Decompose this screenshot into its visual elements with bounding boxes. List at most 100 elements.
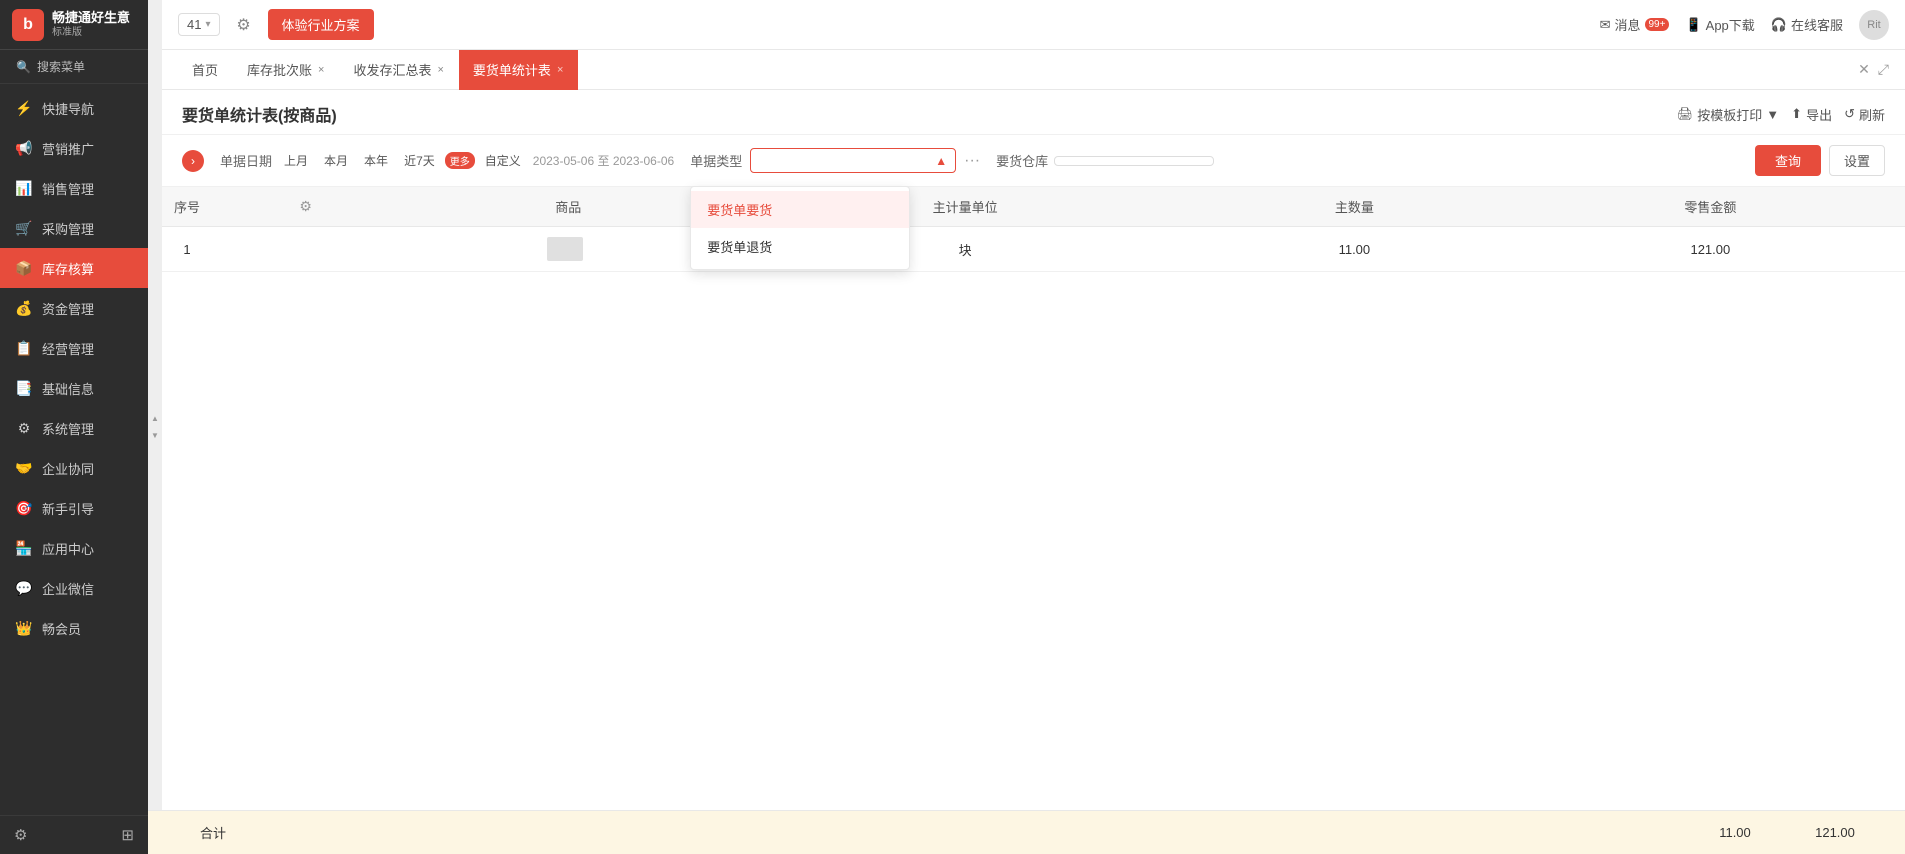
date-this-year-btn[interactable]: 本年 (358, 150, 394, 171)
date-prev-month-btn[interactable]: 上月 (278, 150, 314, 171)
sidebar-item-label: 库存核算 (42, 259, 94, 278)
table-settings-icon[interactable]: ⚙ (299, 198, 312, 214)
messages-button[interactable]: ✉ 消息 99+ (1600, 15, 1670, 34)
sidebar-item-quick-nav[interactable]: ⚡ 快捷导航 (0, 88, 148, 128)
cell-amount: 121.00 (1516, 227, 1905, 272)
sales-icon: 📊 (14, 178, 34, 198)
refresh-icon: ↺ (1844, 106, 1855, 122)
printer-icon: 🖨 (1677, 106, 1694, 122)
sidebar-item-finance[interactable]: 💰 资金管理 (0, 288, 148, 328)
filter-expand-button[interactable]: › (182, 150, 204, 172)
purchase-icon: 🛒 (14, 218, 34, 238)
type-more-button[interactable]: ··· (964, 152, 980, 170)
sidebar-item-label: 企业协同 (42, 459, 94, 478)
footer-label: 合计 (168, 823, 226, 842)
type-select-box[interactable]: ▲ (750, 148, 956, 173)
date-more-badge[interactable]: 更多 (445, 152, 475, 169)
refresh-label: 刷新 (1859, 105, 1885, 124)
trial-button[interactable]: 体验行业方案 (268, 9, 374, 40)
sidebar-item-marketing[interactable]: 📢 营销推广 (0, 128, 148, 168)
export-label: 导出 (1806, 105, 1832, 124)
type-select-chevron-icon[interactable]: ▲ (935, 154, 947, 168)
tab-sales-summary[interactable]: 收发存汇总表 × (339, 50, 458, 90)
sidebar-search[interactable]: 🔍 搜索菜单 (0, 50, 148, 84)
filter-action-btns: 查询 设置 (1755, 145, 1885, 176)
sidebar-item-sales[interactable]: 📊 销售管理 (0, 168, 148, 208)
sidebar-item-inventory[interactable]: 📦 库存核算 (0, 248, 148, 288)
date-this-month-btn[interactable]: 本月 (318, 150, 354, 171)
print-button[interactable]: 🖨 按模板打印 ▼ (1677, 105, 1779, 124)
tab-close-all-button[interactable]: ✕ (1858, 61, 1870, 78)
tab-sales-summary-label: 收发存汇总表 (353, 60, 431, 79)
download-icon: 📱 (1685, 17, 1701, 33)
topbar: 41 ▾ ⚙ 体验行业方案 ✉ 消息 99+ 📱 App下载 🎧 在线客服 Ri… (162, 0, 1905, 50)
sidebar-item-guide[interactable]: 🎯 新手引导 (0, 488, 148, 528)
inventory-icon: 📦 (14, 258, 34, 278)
tab-inventory-batch-label: 库存批次账 (247, 60, 312, 79)
sidebar-item-purchase[interactable]: 🛒 采购管理 (0, 208, 148, 248)
date-last-7-btn[interactable]: 近7天 (398, 150, 441, 171)
page-title: 要货单统计表(按商品) (182, 102, 337, 126)
collapse-icon[interactable]: ⊞ (121, 826, 134, 844)
settings-footer-icon[interactable]: ⚙ (14, 826, 27, 844)
system-icon: ⚙ (14, 418, 34, 438)
sidebar-item-label: 企业微信 (42, 579, 94, 598)
warehouse-filter-group: 要货仓库 (996, 151, 1214, 170)
tab-order-stats-close[interactable]: × (557, 64, 563, 76)
tab-home-label: 首页 (192, 60, 218, 79)
guide-icon: 🎯 (14, 498, 34, 518)
sidebar-item-enterprise[interactable]: 🤝 企业协同 (0, 448, 148, 488)
sidebar-item-label: 采购管理 (42, 219, 94, 238)
cell-seq: 1 (162, 227, 212, 272)
marketing-icon: 📢 (14, 138, 34, 158)
date-custom-btn[interactable]: 自定义 (479, 150, 527, 171)
warehouse-select-box[interactable] (1054, 156, 1214, 166)
table-header: 序号 ⚙ 商品 主计量单位 主数量 零售金额 (162, 187, 1905, 227)
dropdown-item-order[interactable]: 要货单要货 (691, 191, 909, 228)
sidebar-footer: ⚙ ⊞ (0, 815, 148, 854)
table-footer: 合计 11.00 121.00 (162, 810, 1905, 854)
finance-icon: 💰 (14, 298, 34, 318)
tab-inventory-batch[interactable]: 库存批次账 × (233, 50, 339, 90)
product-image (547, 237, 583, 261)
sidebar-scroll-handle[interactable]: ▲ ▼ (148, 0, 162, 854)
export-icon: ⬆ (1791, 106, 1802, 122)
sidebar-item-member[interactable]: 👑 畅会员 (0, 608, 148, 648)
sidebar-item-wechat[interactable]: 💬 企业微信 (0, 568, 148, 608)
app-download-button[interactable]: 📱 App下载 (1685, 15, 1754, 34)
tab-expand-button[interactable]: ⤢ (1878, 61, 1889, 78)
sidebar-item-basic[interactable]: 📑 基础信息 (0, 368, 148, 408)
sidebar-item-label: 系统管理 (42, 419, 94, 438)
sidebar-item-system[interactable]: ⚙ 系统管理 (0, 408, 148, 448)
tab-inventory-batch-close[interactable]: × (318, 64, 324, 76)
query-button[interactable]: 查询 (1755, 145, 1821, 176)
service-icon: 🎧 (1771, 17, 1787, 33)
sidebar-item-label: 营销推广 (42, 139, 94, 158)
type-select-input[interactable] (759, 153, 935, 168)
sidebar-item-label: 畅会员 (42, 619, 81, 638)
tab-order-stats[interactable]: 要货单统计表 × (459, 50, 578, 90)
sidebar-item-operations[interactable]: 📋 经营管理 (0, 328, 148, 368)
tab-home[interactable]: 首页 (178, 50, 233, 90)
tab-order-stats-label: 要货单统计表 (473, 60, 551, 79)
main-area: 41 ▾ ⚙ 体验行业方案 ✉ 消息 99+ 📱 App下载 🎧 在线客服 Ri… (162, 0, 1905, 854)
avatar[interactable]: Rit (1859, 10, 1889, 40)
message-icon: ✉ (1600, 17, 1611, 33)
logo-icon: b (12, 9, 44, 41)
export-button[interactable]: ⬆ 导出 (1791, 105, 1832, 124)
type-filter-group: 单据类型 ▲ ··· 要货单要货 要货单退货 (690, 148, 980, 173)
footer-qty: 11.00 (1685, 825, 1785, 840)
store-selector[interactable]: 41 ▾ (178, 13, 220, 36)
topbar-gear-button[interactable]: ⚙ (230, 11, 258, 39)
date-filter-group: 单据日期 上月 本月 本年 近7天 更多 自定义 2023-05-06 至 20… (220, 150, 674, 171)
tab-sales-summary-close[interactable]: × (437, 64, 443, 76)
sidebar-item-appstore[interactable]: 🏪 应用中心 (0, 528, 148, 568)
col-settings[interactable]: ⚙ (212, 187, 399, 227)
col-product: 商品 (399, 187, 737, 227)
dropdown-item-return[interactable]: 要货单退货 (691, 228, 909, 265)
sidebar: b 畅捷通好生意 标准版 🔍 搜索菜单 ⚡ 快捷导航 📢 营销推广 📊 销售管理… (0, 0, 148, 854)
setting-button[interactable]: 设置 (1829, 145, 1885, 176)
refresh-button[interactable]: ↺ 刷新 (1844, 105, 1885, 124)
online-service-button[interactable]: 🎧 在线客服 (1771, 15, 1843, 34)
footer-amount: 121.00 (1785, 825, 1885, 840)
